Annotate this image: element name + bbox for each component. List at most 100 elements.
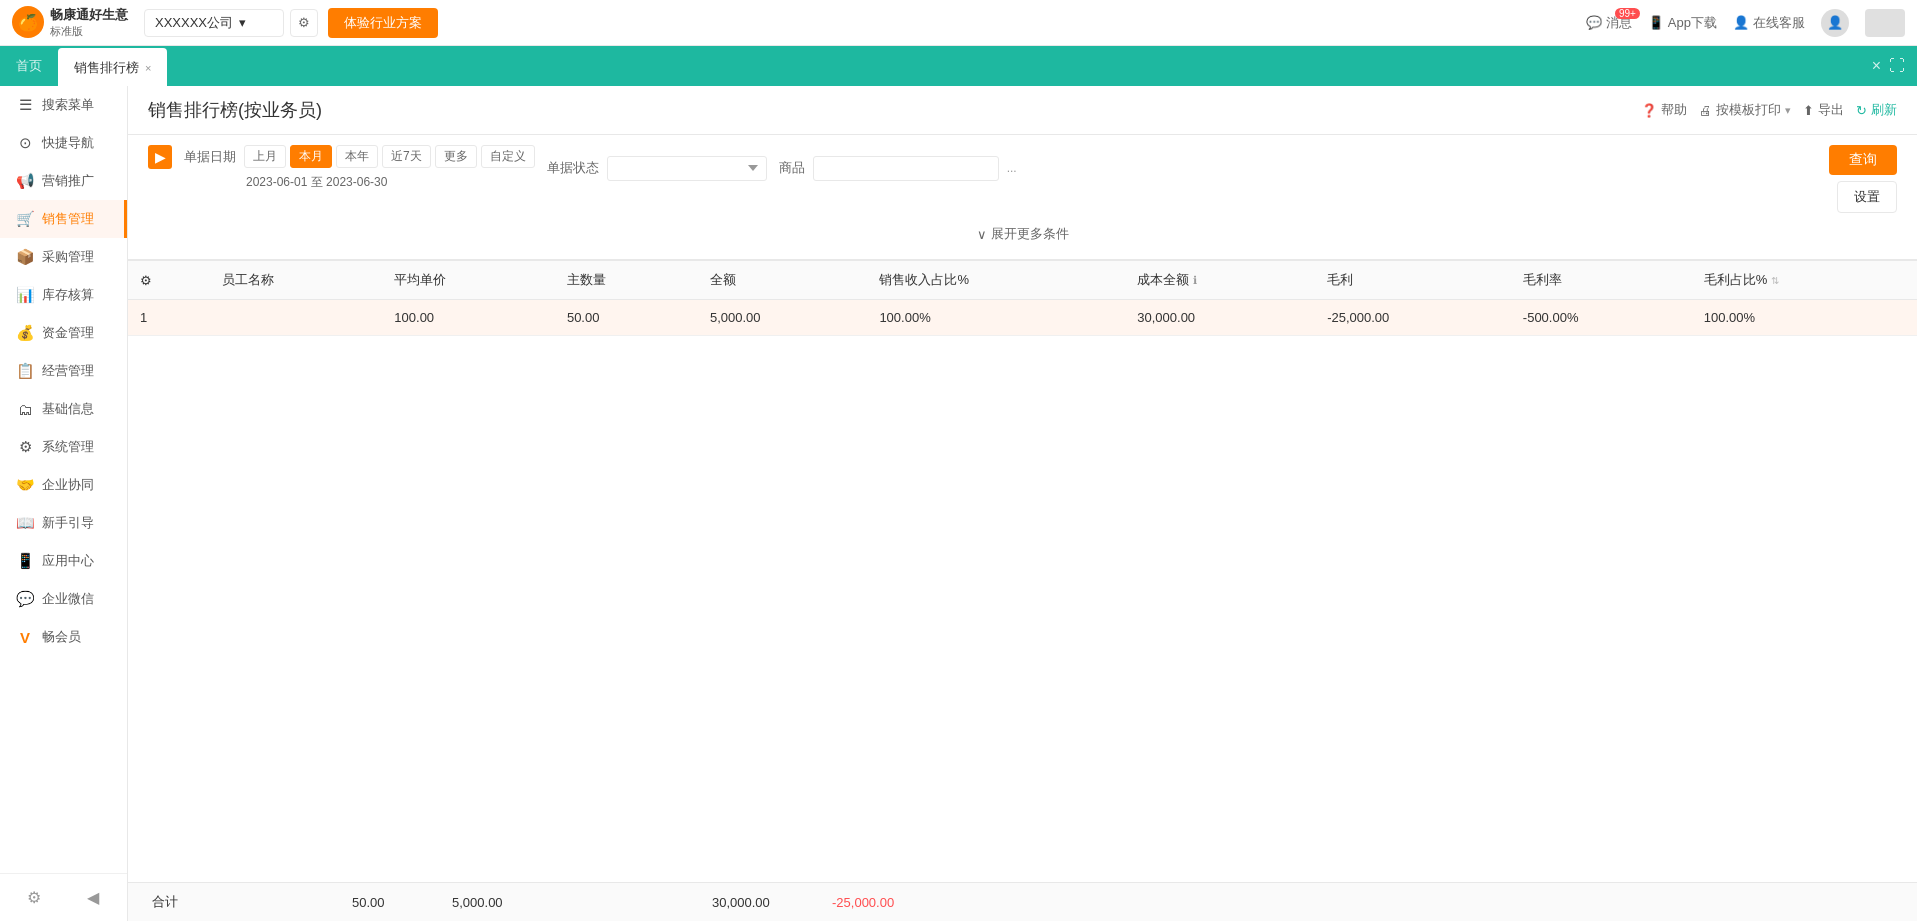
table-row: 1 100.00 50.00 5,000.00 100.00% 30,000.0…: [128, 300, 1917, 336]
date-btn-7days[interactable]: 近7天: [382, 145, 431, 168]
date-btn-last-month[interactable]: 上月: [244, 145, 286, 168]
app-name: 畅康通好生意: [50, 6, 128, 24]
cell-gross-rate: -500.00%: [1511, 300, 1692, 336]
logo-icon: 🍊: [12, 6, 44, 38]
marketing-icon: 📢: [16, 172, 34, 190]
footer-qty: 50.00: [340, 895, 440, 910]
sidebar-item-system-label: 系统管理: [42, 438, 94, 456]
window-max-icon[interactable]: ⛶: [1889, 57, 1905, 75]
date-btn-more[interactable]: 更多: [435, 145, 477, 168]
app-download-button[interactable]: 📱 App下载: [1648, 14, 1717, 32]
refresh-button[interactable]: ↻ 刷新: [1856, 101, 1897, 119]
collab-icon: 🤝: [16, 476, 34, 494]
sidebar-item-quicknav-label: 快捷导航: [42, 134, 94, 152]
th-cost: 成本全额 ℹ: [1125, 261, 1315, 300]
cell-amount: 5,000.00: [698, 300, 867, 336]
search-menu-icon: ☰: [16, 96, 34, 114]
status-select[interactable]: [607, 156, 767, 181]
help-button[interactable]: ❓ 帮助: [1641, 101, 1687, 119]
app-sub: 标准版: [50, 24, 128, 38]
th-employee-name: 员工名称: [210, 261, 383, 300]
sidebar-item-basicinfo[interactable]: 🗂 基础信息: [0, 390, 127, 428]
sidebar: ☰ 搜索菜单 ⊙ 快捷导航 📢 营销推广 🛒 销售管理 📦 采购管理 📊 库: [0, 86, 128, 921]
avatar[interactable]: 👤: [1821, 9, 1849, 37]
table-settings-button[interactable]: 设置: [1837, 181, 1897, 213]
goods-filter-label: 商品: [779, 159, 805, 177]
sidebar-item-inventory[interactable]: 📊 库存核算: [0, 276, 127, 314]
sort-icon[interactable]: ⇅: [1771, 275, 1779, 286]
sidebar-item-search[interactable]: ☰ 搜索菜单: [0, 86, 127, 124]
sidebar-collapse-button[interactable]: ◀: [68, 882, 120, 913]
export-button[interactable]: ⬆ 导出: [1803, 101, 1844, 119]
sidebar-item-quicknav[interactable]: ⊙ 快捷导航: [0, 124, 127, 162]
tab-bar-actions: × ⛶: [1872, 57, 1917, 75]
finance-icon: 💰: [16, 324, 34, 342]
goods-filter-group: 商品 ...: [779, 156, 1017, 181]
sidebar-item-wechat[interactable]: 💬 企业微信: [0, 580, 127, 618]
query-button[interactable]: 查询: [1829, 145, 1897, 175]
sidebar-item-operations[interactable]: 📋 经营管理: [0, 352, 127, 390]
top-bar-right: 💬 消息 99+ 📱 App下载 👤 在线客服 👤: [1586, 9, 1905, 37]
online-service-button[interactable]: 👤 在线客服: [1733, 14, 1805, 32]
sidebar-item-appstore-label: 应用中心: [42, 552, 94, 570]
sidebar-item-guide-label: 新手引导: [42, 514, 94, 532]
settings-icon[interactable]: ⚙: [290, 9, 318, 37]
page-actions: ❓ 帮助 🖨 按模板打印 ▾ ⬆ 导出 ↻ 刷新: [1641, 101, 1897, 119]
expand-more-button[interactable]: ∨ 展开更多条件: [148, 219, 1897, 249]
sidebar-item-sales[interactable]: 🛒 销售管理: [0, 200, 127, 238]
print-button[interactable]: 🖨 按模板打印 ▾: [1699, 101, 1791, 119]
cell-rank: 1: [128, 300, 210, 336]
tab-close-icon[interactable]: ×: [145, 62, 151, 74]
tab-home[interactable]: 首页: [0, 46, 58, 86]
operations-icon: 📋: [16, 362, 34, 380]
inventory-icon: 📊: [16, 286, 34, 304]
more-filters-button[interactable]: ...: [1007, 161, 1017, 175]
date-btn-this-month[interactable]: 本月: [290, 145, 332, 168]
th-avg-price: 平均单价: [382, 261, 555, 300]
th-quantity: 主数量: [555, 261, 698, 300]
top-bar: 🍊 畅康通好生意 标准版 XXXXXX公司 ▾ ⚙ 体验行业方案 💬 消息 99…: [0, 0, 1917, 46]
online-service-label: 在线客服: [1753, 14, 1805, 32]
expand-icon: ∨: [977, 227, 987, 242]
expand-label: 展开更多条件: [991, 225, 1069, 243]
trial-button[interactable]: 体验行业方案: [328, 8, 438, 38]
th-gross-rate: 毛利率: [1511, 261, 1692, 300]
sidebar-item-purchase[interactable]: 📦 采购管理: [0, 238, 127, 276]
th-sales-pct: 销售收入占比%: [867, 261, 1125, 300]
cell-sales-pct: 100.00%: [867, 300, 1125, 336]
user-name-placeholder: [1865, 9, 1905, 37]
sidebar-item-collab[interactable]: 🤝 企业协同: [0, 466, 127, 504]
basicinfo-icon: 🗂: [16, 401, 34, 418]
sidebar-item-marketing-label: 营销推广: [42, 172, 94, 190]
sidebar-item-system[interactable]: ⚙ 系统管理: [0, 428, 127, 466]
sidebar-item-collab-label: 企业协同: [42, 476, 94, 494]
sidebar-item-membership[interactable]: V 畅会员: [0, 618, 127, 656]
sidebar-bottom: ⚙ ◀: [0, 873, 127, 921]
th-gross-pct: 毛利占比% ⇅: [1692, 261, 1917, 300]
date-range-display: 2023-06-01 至 2023-06-30: [246, 174, 535, 191]
sidebar-item-search-label: 搜索菜单: [42, 96, 94, 114]
sidebar-item-marketing[interactable]: 📢 营销推广: [0, 162, 127, 200]
filter-arrow-button[interactable]: ▶: [148, 145, 172, 169]
quicknav-icon: ⊙: [16, 134, 34, 152]
goods-input[interactable]: [813, 156, 999, 181]
sidebar-settings-button[interactable]: ⚙: [8, 882, 60, 913]
help-icon: ❓: [1641, 103, 1657, 118]
sidebar-item-appstore[interactable]: 📱 应用中心: [0, 542, 127, 580]
sidebar-item-guide[interactable]: 📖 新手引导: [0, 504, 127, 542]
message-button[interactable]: 💬 消息 99+: [1586, 14, 1632, 32]
appstore-icon: 📱: [16, 552, 34, 570]
sidebar-item-finance[interactable]: 💰 资金管理: [0, 314, 127, 352]
message-badge: 99+: [1615, 8, 1640, 19]
data-table: ⚙ 员工名称 平均单价 主数量 全额 销售收入占比% 成本全额 ℹ 毛利 毛利率…: [128, 260, 1917, 336]
cost-info-icon: ℹ: [1193, 274, 1197, 286]
date-btn-custom[interactable]: 自定义: [481, 145, 535, 168]
sidebar-item-sales-label: 销售管理: [42, 210, 94, 228]
window-close-icon[interactable]: ×: [1872, 57, 1881, 75]
tab-sales-ranking[interactable]: 销售排行榜 ×: [58, 48, 167, 88]
purchase-icon: 📦: [16, 248, 34, 266]
app-logo: 🍊 畅康通好生意 标准版: [12, 6, 128, 38]
date-btn-this-year[interactable]: 本年: [336, 145, 378, 168]
wechat-icon: 💬: [16, 590, 34, 608]
company-selector[interactable]: XXXXXX公司 ▾: [144, 9, 284, 37]
